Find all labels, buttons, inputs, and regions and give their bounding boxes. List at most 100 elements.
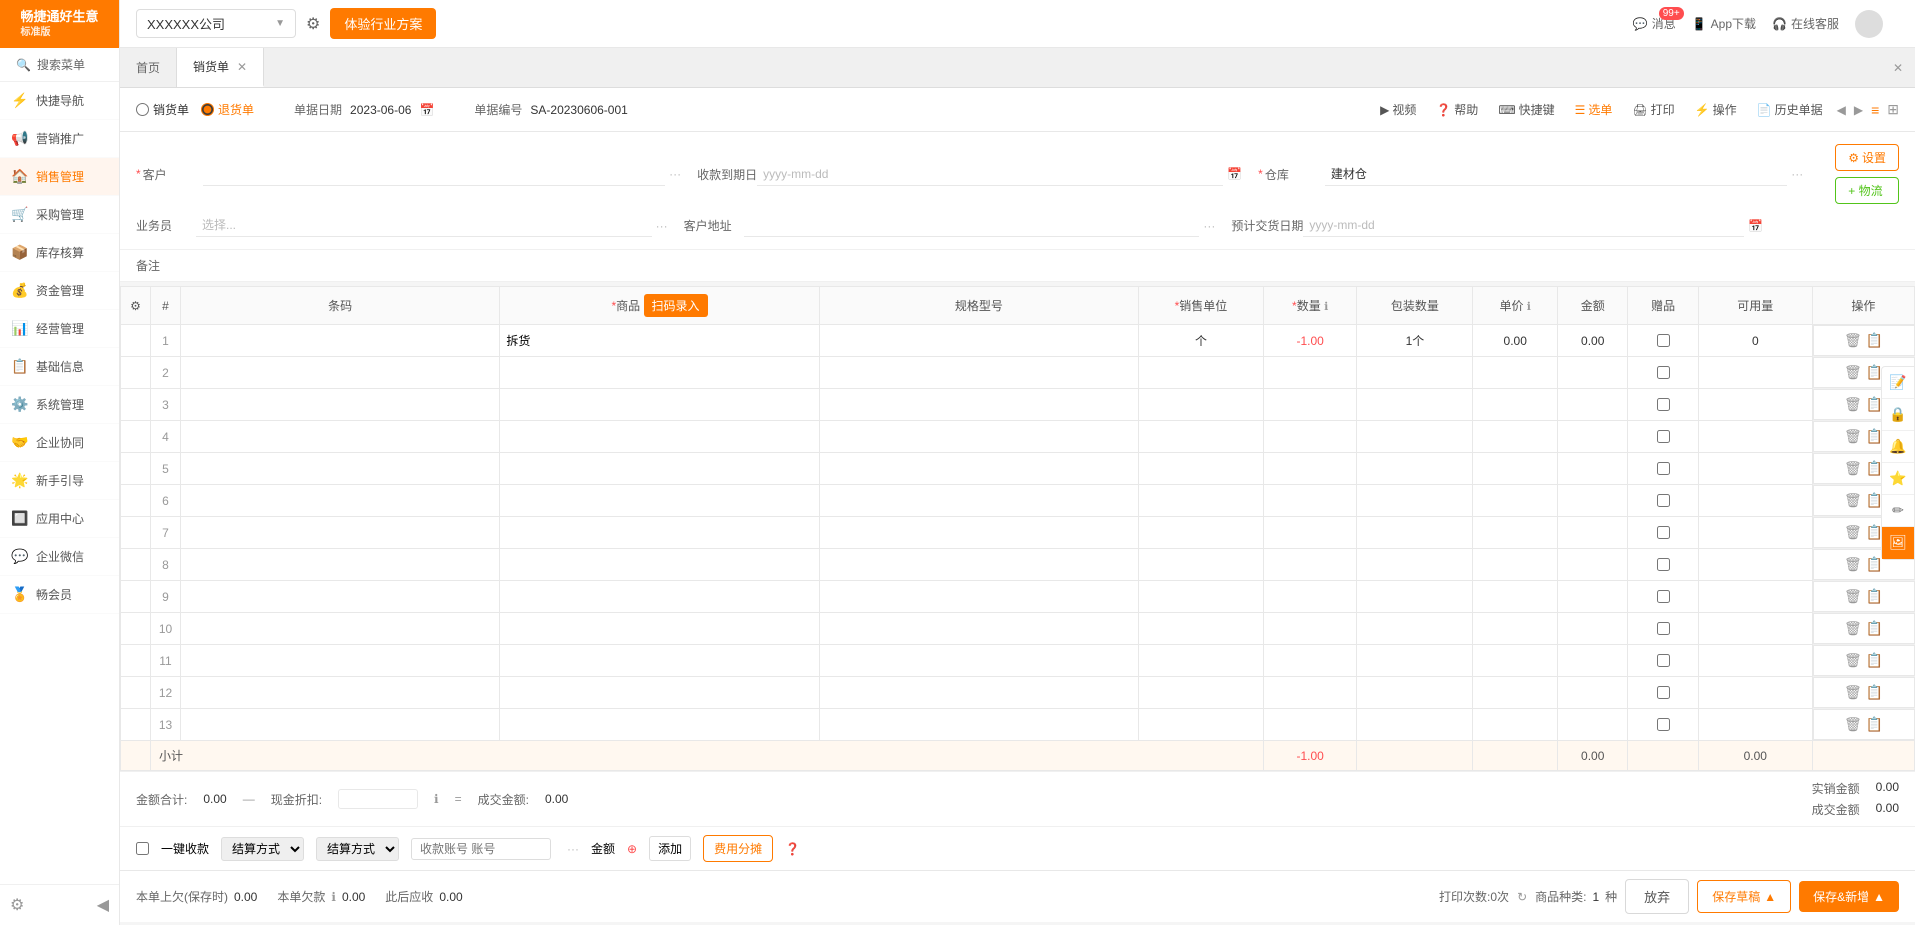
cell-barcode[interactable] — [181, 517, 500, 549]
cell-qty[interactable]: -1.00 — [1263, 325, 1357, 357]
cell-product[interactable] — [500, 581, 819, 613]
radio-sales-input[interactable] — [136, 103, 149, 116]
copy-icon[interactable]: 📋 — [1866, 716, 1883, 733]
cell-price[interactable] — [1473, 389, 1558, 421]
cell-qty[interactable] — [1263, 421, 1357, 453]
cell-gift[interactable] — [1628, 485, 1698, 517]
cell-barcode[interactable] — [181, 325, 500, 357]
delete-icon[interactable]: 🗑 — [1844, 556, 1862, 573]
cell-price[interactable] — [1473, 357, 1558, 389]
print-btn[interactable]: 🖨 打印 — [1626, 98, 1680, 121]
cell-gift[interactable] — [1628, 549, 1698, 581]
cell-price[interactable] — [1473, 517, 1558, 549]
calc-method-select[interactable]: 结算方式 — [316, 837, 399, 861]
delete-icon[interactable]: 🗑 — [1844, 364, 1862, 381]
copy-icon[interactable]: 📋 — [1866, 652, 1883, 669]
cell-spec[interactable] — [819, 709, 1138, 741]
cell-price[interactable] — [1473, 485, 1558, 517]
cell-barcode[interactable] — [181, 613, 500, 645]
cell-price[interactable] — [1473, 613, 1558, 645]
cell-qty[interactable] — [1263, 709, 1357, 741]
history-btn[interactable]: 📄 历史单据 — [1751, 98, 1829, 121]
cell-gift[interactable] — [1628, 581, 1698, 613]
gear-icon[interactable]: ⚙ — [306, 14, 320, 34]
one-click-checkbox[interactable] — [136, 842, 149, 855]
cell-unit[interactable] — [1139, 677, 1264, 709]
radio-sales-order[interactable]: 销货单 — [136, 101, 189, 118]
cell-product[interactable] — [500, 645, 819, 677]
cell-qty[interactable] — [1263, 453, 1357, 485]
select-btn[interactable]: ☰ 选单 — [1569, 98, 1619, 121]
expense-help-icon[interactable]: ❓ — [785, 842, 800, 856]
cell-product[interactable] — [500, 613, 819, 645]
expected-date-input[interactable] — [1303, 214, 1744, 237]
save-draft-button[interactable]: 保存草稿 ▲ — [1697, 880, 1791, 913]
sidebar-item-inventory[interactable]: 📦 库存核算 — [0, 234, 119, 272]
delete-icon[interactable]: 🗑 — [1844, 588, 1862, 605]
tab-sales-close[interactable]: ✕ — [237, 60, 247, 74]
cell-spec[interactable] — [819, 389, 1138, 421]
cell-unit[interactable] — [1139, 389, 1264, 421]
cell-product[interactable] — [500, 325, 819, 357]
add-icon[interactable]: ⊕ — [627, 842, 637, 856]
cell-unit[interactable] — [1139, 517, 1264, 549]
cell-gift[interactable] — [1628, 677, 1698, 709]
cell-gift[interactable] — [1628, 453, 1698, 485]
sidebar-item-operations[interactable]: 📊 经营管理 — [0, 310, 119, 348]
cell-spec[interactable] — [819, 517, 1138, 549]
cell-pkg-qty[interactable] — [1357, 709, 1473, 741]
discount-input[interactable] — [338, 789, 418, 809]
cell-amount[interactable] — [1558, 645, 1628, 677]
due-date-calendar-icon[interactable]: 📅 — [1227, 167, 1242, 181]
cell-pkg-qty[interactable] — [1357, 613, 1473, 645]
sidebar-item-sales[interactable]: 🏠 销售管理 — [0, 158, 119, 196]
cell-pkg-qty[interactable] — [1357, 517, 1473, 549]
trial-button[interactable]: 体验行业方案 — [330, 8, 436, 39]
cell-qty[interactable] — [1263, 357, 1357, 389]
cell-product[interactable] — [500, 453, 819, 485]
refresh-icon[interactable]: ↻ — [1517, 890, 1527, 904]
salesperson-dots[interactable]: ··· — [656, 219, 668, 233]
float-btn-2[interactable]: 🔒 — [1882, 399, 1914, 431]
cell-amount[interactable]: 0.00 — [1558, 325, 1628, 357]
account-dots[interactable]: ··· — [567, 842, 579, 856]
cell-gift[interactable] — [1628, 613, 1698, 645]
cell-gift[interactable] — [1628, 709, 1698, 741]
cell-price[interactable] — [1473, 581, 1558, 613]
delete-icon[interactable]: 🗑 — [1844, 716, 1862, 733]
copy-icon[interactable]: 📋 — [1866, 588, 1883, 605]
cell-unit[interactable] — [1139, 485, 1264, 517]
cell-amount[interactable] — [1558, 549, 1628, 581]
cell-price[interactable] — [1473, 709, 1558, 741]
overdue-info-icon[interactable]: ℹ — [331, 890, 336, 904]
cell-qty[interactable] — [1263, 613, 1357, 645]
tab-home[interactable]: 首页 — [120, 48, 177, 87]
cell-qty[interactable] — [1263, 517, 1357, 549]
cell-spec[interactable] — [819, 613, 1138, 645]
customer-dots[interactable]: ··· — [669, 167, 681, 181]
cell-product[interactable] — [500, 709, 819, 741]
cell-spec[interactable] — [819, 677, 1138, 709]
copy-icon[interactable]: 📋 — [1866, 556, 1883, 573]
save-new-button[interactable]: 保存&新增 ▲ — [1799, 881, 1899, 912]
nav-prev-icon[interactable]: ◀ — [1837, 103, 1846, 117]
customer-input[interactable] — [203, 163, 665, 186]
cell-spec[interactable] — [819, 325, 1138, 357]
cell-amount[interactable] — [1558, 389, 1628, 421]
float-btn-4[interactable]: ⭐ — [1882, 463, 1914, 495]
payment-method-select[interactable]: 结算方式 — [221, 837, 304, 861]
cell-spec[interactable] — [819, 485, 1138, 517]
video-btn[interactable]: ▶ 视频 — [1374, 98, 1422, 121]
sidebar-item-system[interactable]: ⚙️ 系统管理 — [0, 386, 119, 424]
cell-gift[interactable] — [1628, 357, 1698, 389]
cell-price[interactable] — [1473, 453, 1558, 485]
cell-qty[interactable] — [1263, 645, 1357, 677]
sidebar-item-member[interactable]: 🏅 畅会员 — [0, 576, 119, 614]
cell-gift[interactable] — [1628, 517, 1698, 549]
cell-amount[interactable] — [1558, 357, 1628, 389]
cell-barcode[interactable] — [181, 581, 500, 613]
cell-amount[interactable] — [1558, 709, 1628, 741]
ops-btn[interactable]: ⚡ 操作 — [1689, 98, 1743, 121]
sidebar-item-purchase[interactable]: 🛒 采购管理 — [0, 196, 119, 234]
list-view-icon[interactable]: ≡ — [1871, 102, 1879, 118]
